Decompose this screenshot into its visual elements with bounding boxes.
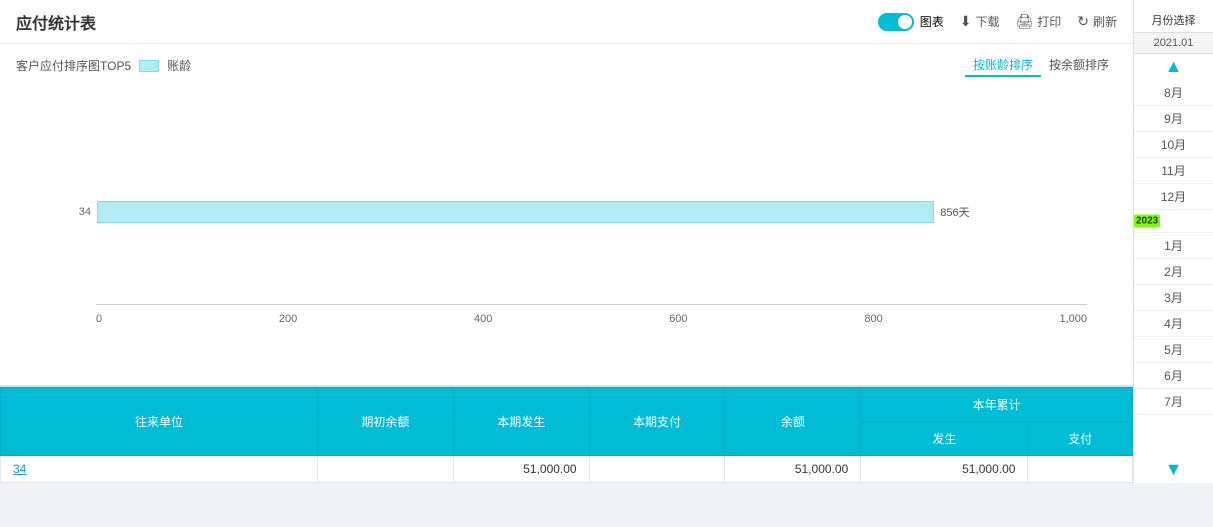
legend-text: 客户应付排序图TOP5 (16, 57, 131, 74)
chart-toggle[interactable] (878, 13, 914, 31)
x-tick-200: 200 (279, 313, 297, 325)
cell-unit[interactable]: 34 (1, 456, 318, 483)
th-payment-sub: 支付 (1028, 422, 1133, 456)
sidebar-year-label: 2021.01 (1134, 33, 1213, 54)
refresh-icon: ↻ (1077, 13, 1089, 30)
chart-section: 客户应付排序图TOP5 账龄 按账龄排序 按余额排序 34 856天 (0, 44, 1133, 385)
bar-y-label: 34 (66, 206, 91, 218)
legend-box-label: 账龄 (167, 57, 191, 74)
bar-fill (97, 201, 934, 223)
sidebar-nav-down[interactable]: ▼ (1134, 457, 1213, 483)
table-row: 34 51,000.00 51,000.00 51,000.00 (1, 456, 1133, 483)
sidebar-month-2[interactable]: 2月 (1134, 259, 1213, 285)
sidebar-month-9[interactable]: 9月 (1134, 106, 1213, 132)
table-section: 往来单位 期初余额 本期发生 本期支付 余额 本年累计 发生 支付 34 (0, 385, 1133, 483)
chart-toggle-label: 图表 (920, 13, 944, 30)
sidebar-month-11[interactable]: 11月 (1134, 158, 1213, 184)
x-tick-1000: 1,000 (1059, 313, 1087, 325)
th-current-occurrence: 本期发生 (453, 388, 589, 456)
chart-toggle-wrap[interactable]: 图表 (878, 13, 944, 31)
legend-box (139, 60, 159, 72)
sidebar-month-12[interactable]: 12月 (1134, 184, 1213, 210)
th-opening-balance: 期初余额 (317, 388, 453, 456)
cell-payment (1028, 456, 1133, 483)
right-sidebar: 月份选择 2021.01 ▲ 8月 9月 10月 11月 12月 2023 1月… (1133, 0, 1213, 483)
table-wrap: 往来单位 期初余额 本期发生 本期支付 余额 本年累计 发生 支付 34 (0, 387, 1133, 483)
chart-sort-buttons: 按账龄排序 按余额排序 (965, 54, 1117, 77)
cell-current-payment (589, 456, 725, 483)
chart-legend: 客户应付排序图TOP5 账龄 (16, 57, 191, 74)
cell-occurrence: 51,000.00 (861, 456, 1028, 483)
sort-by-balance-button[interactable]: 按账龄排序 (965, 54, 1041, 77)
sort-by-amount-button[interactable]: 按余额排序 (1041, 54, 1117, 77)
sidebar-month-6[interactable]: 6月 (1134, 363, 1213, 389)
sidebar-month-5[interactable]: 5月 (1134, 337, 1213, 363)
th-occurrence-sub: 发生 (861, 422, 1028, 456)
print-icon: 🖨 (1015, 13, 1033, 30)
x-axis-ticks: 0 200 400 600 800 1,000 (96, 313, 1087, 325)
sidebar-month-1[interactable]: 1月 (1134, 233, 1213, 259)
header-actions: 图表 ⬇ 下载 🖨 打印 ↻ 刷新 (878, 13, 1117, 31)
x-tick-0: 0 (96, 313, 102, 325)
chart-area: 34 856天 0 200 400 600 800 1,000 (16, 85, 1117, 375)
sidebar-month-7[interactable]: 7月 (1134, 389, 1213, 415)
year-badge: 2023 (1134, 214, 1160, 227)
x-axis-line (96, 304, 1087, 305)
th-balance: 余额 (725, 388, 861, 456)
bar-container: 34 856天 0 200 400 600 800 1,000 (66, 105, 1087, 335)
sidebar-nav-up[interactable]: ▲ (1134, 54, 1213, 80)
sidebar-month-list: 8月 9月 10月 11月 12月 2023 1月 2月 3月 4月 5月 6月… (1134, 80, 1213, 458)
chart-header: 客户应付排序图TOP5 账龄 按账龄排序 按余额排序 (16, 54, 1117, 77)
bar-row: 34 856天 (66, 197, 1087, 227)
th-current-payment: 本期支付 (589, 388, 725, 456)
cell-current-occurrence: 51,000.00 (453, 456, 589, 483)
sidebar-year-2023[interactable]: 2023 (1134, 210, 1213, 233)
sidebar-title: 月份选择 (1134, 8, 1213, 33)
sidebar-month-4[interactable]: 4月 (1134, 311, 1213, 337)
x-tick-600: 600 (669, 313, 687, 325)
download-icon: ⬇ (960, 13, 972, 30)
sidebar-month-3[interactable]: 3月 (1134, 285, 1213, 311)
data-table: 往来单位 期初余额 本期发生 本期支付 余额 本年累计 发生 支付 34 (0, 387, 1133, 483)
download-label: 下载 (975, 13, 999, 30)
cell-opening-balance (317, 456, 453, 483)
th-current-year-total: 本年累计 (861, 388, 1133, 422)
x-tick-800: 800 (864, 313, 882, 325)
print-button[interactable]: 🖨 打印 (1015, 13, 1061, 30)
print-label: 打印 (1037, 13, 1061, 30)
sidebar-month-10[interactable]: 10月 (1134, 132, 1213, 158)
download-button[interactable]: ⬇ 下载 (960, 13, 1000, 30)
refresh-label: 刷新 (1093, 13, 1117, 30)
cell-balance: 51,000.00 (725, 456, 861, 483)
x-tick-400: 400 (474, 313, 492, 325)
bar-end-label: 856天 (940, 204, 969, 220)
sidebar-month-8[interactable]: 8月 (1134, 80, 1213, 106)
header: 应付统计表 图表 ⬇ 下载 🖨 打印 ↻ 刷新 (0, 0, 1133, 44)
page-title: 应付统计表 (16, 10, 96, 34)
refresh-button[interactable]: ↻ 刷新 (1077, 13, 1117, 30)
th-incoming-unit: 往来单位 (1, 388, 318, 456)
